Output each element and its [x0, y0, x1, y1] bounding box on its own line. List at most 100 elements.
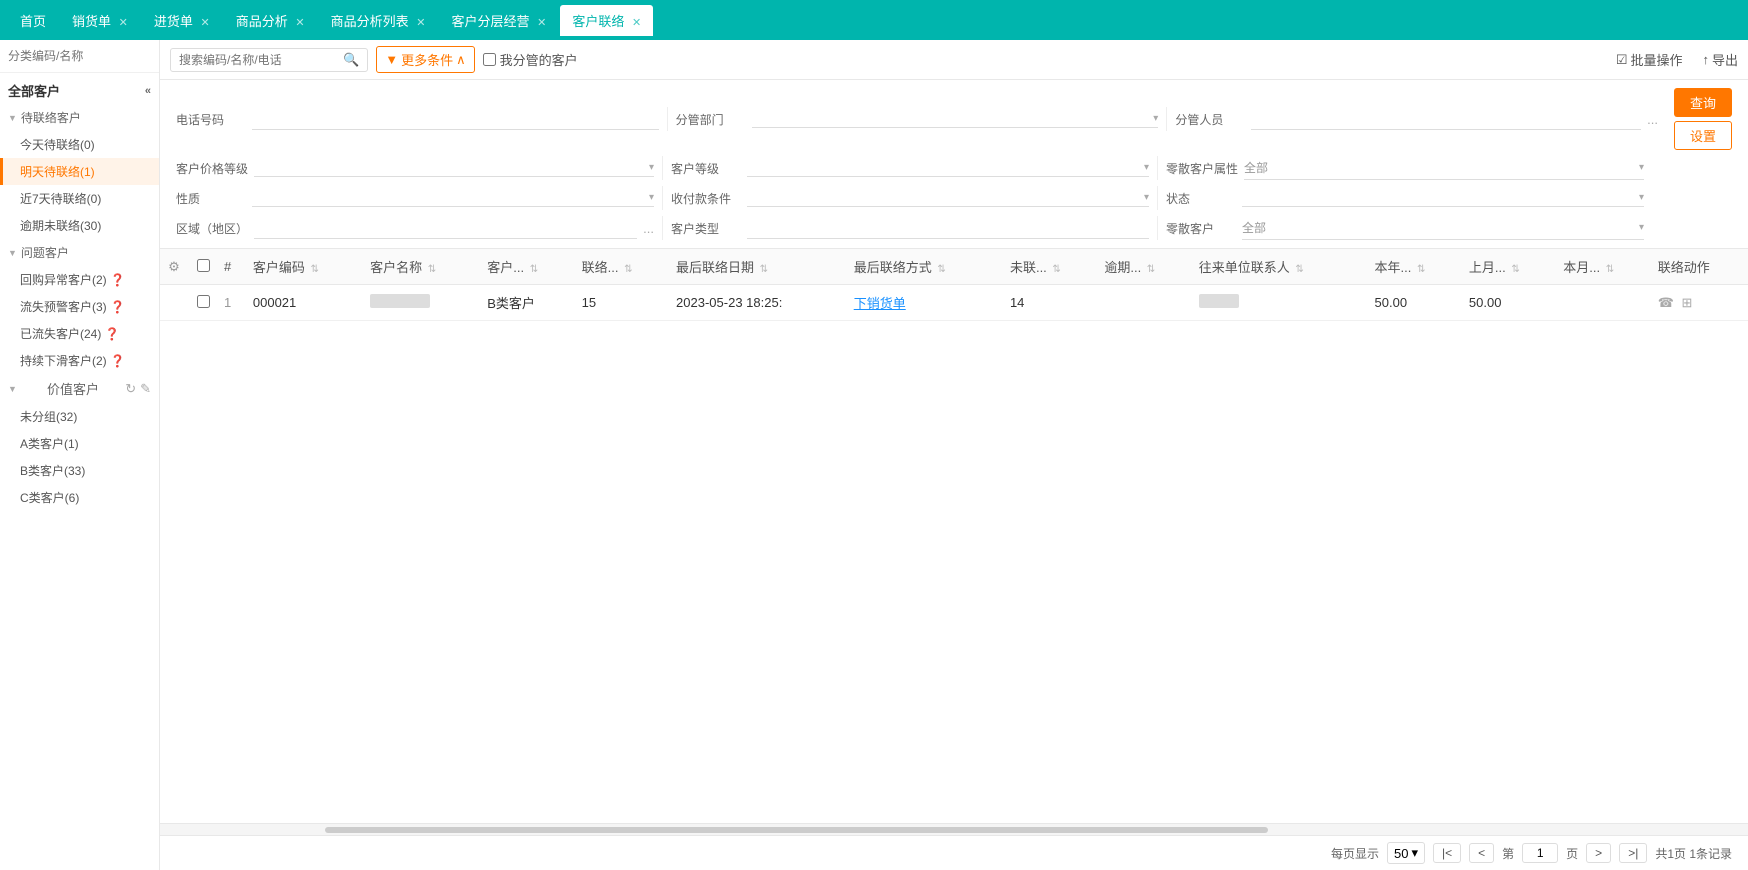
- last-contact-date-column[interactable]: 最后联络日期 ⇅: [670, 249, 848, 285]
- last-month-sort-icon: ⇅: [1511, 264, 1519, 275]
- settings-column[interactable]: ⚙: [160, 249, 188, 285]
- nav-goods-analysis[interactable]: 商品分析 ✕: [224, 5, 317, 36]
- search-box: 🔍: [170, 48, 368, 72]
- status-label: 状态: [1166, 190, 1236, 207]
- last-contact-method-column[interactable]: 最后联络方式 ⇅: [848, 249, 1004, 285]
- manager-filter-input[interactable]: [1251, 109, 1641, 130]
- first-page-button[interactable]: |<: [1433, 843, 1461, 863]
- status-chevron: ▾: [1639, 192, 1644, 203]
- dept-filter-select[interactable]: ▾: [752, 110, 1159, 128]
- prev-page-button[interactable]: <: [1469, 843, 1494, 863]
- sidebar-item-class-b[interactable]: B类客户(33): [0, 457, 159, 484]
- row-settings[interactable]: [160, 285, 188, 321]
- region-input[interactable]: [254, 218, 637, 239]
- row-last-contact-method[interactable]: 下销货单: [848, 285, 1004, 321]
- last-month-column[interactable]: 上月... ⇅: [1463, 249, 1557, 285]
- customer-type-column[interactable]: 客户... ⇅: [481, 249, 575, 285]
- region-more[interactable]: ...: [643, 221, 654, 236]
- sidebar-item-declining[interactable]: 持续下滑客户(2) ❓: [0, 347, 159, 374]
- row-action-more-icon[interactable]: ⊞: [1682, 295, 1693, 310]
- search-input[interactable]: [179, 53, 339, 67]
- customer-name-column[interactable]: 客户名称 ⇅: [364, 249, 481, 285]
- sidebar-item-today[interactable]: 今天待联络(0): [0, 131, 159, 158]
- sidebar-group-problem[interactable]: 问题客户: [0, 239, 159, 266]
- unit-contact-column[interactable]: 往来单位联系人 ⇅: [1193, 249, 1369, 285]
- retail-attr-select[interactable]: 全部 ▾: [1244, 156, 1644, 180]
- search-icon[interactable]: 🔍: [343, 52, 359, 68]
- contact-count-column[interactable]: 联络... ⇅: [576, 249, 670, 285]
- sidebar-item-week[interactable]: 近7天待联络(0): [0, 185, 159, 212]
- status-select[interactable]: ▾: [1242, 189, 1644, 207]
- table-footer: 每页显示 50 ▾ |< < 第 页 > >| 共1页 1条记录: [160, 835, 1748, 870]
- close-purchase-tab[interactable]: ✕: [201, 17, 210, 29]
- all-customers-label: 全部客户: [8, 81, 60, 100]
- row-select-checkbox[interactable]: [197, 295, 210, 308]
- page-size-label: 每页显示: [1331, 845, 1379, 862]
- nature-select[interactable]: ▾: [252, 189, 654, 207]
- manager-filter-more[interactable]: ...: [1647, 112, 1658, 127]
- query-button[interactable]: 查询: [1674, 88, 1732, 117]
- select-all-checkbox[interactable]: [197, 259, 210, 272]
- filter-panel: 电话号码 分管部门 ▾ 分管人员 ...: [160, 80, 1748, 249]
- export-icon: ↑: [1702, 52, 1709, 67]
- sidebar-item-ungrouped[interactable]: 未分组(32): [0, 403, 159, 430]
- page-size-select[interactable]: 50 ▾: [1387, 842, 1425, 864]
- page-input[interactable]: [1522, 843, 1558, 863]
- price-grade-label: 客户价格等级: [176, 160, 248, 177]
- last-contact-date-sort-icon: ⇅: [760, 264, 768, 275]
- nav-customer-contact[interactable]: 客户联络 ✕: [560, 5, 653, 36]
- nav-goods-analysis-list[interactable]: 商品分析列表 ✕: [319, 5, 438, 36]
- my-customers-checkbox[interactable]: [483, 53, 496, 66]
- sidebar-group-pending[interactable]: 待联络客户: [0, 104, 159, 131]
- my-customers-check[interactable]: 我分管的客户: [483, 50, 578, 69]
- nav-sales[interactable]: 销货单 ✕: [60, 5, 140, 36]
- close-sales-tab[interactable]: ✕: [119, 17, 128, 29]
- price-grade-select[interactable]: ▾: [254, 159, 654, 177]
- customer-type-label: 客户类型: [671, 220, 741, 237]
- this-month-column[interactable]: 本月... ⇅: [1557, 249, 1651, 285]
- filter-more-button[interactable]: ▼ 更多条件 ∧: [376, 46, 474, 73]
- not-contacted-column[interactable]: 未联... ⇅: [1004, 249, 1098, 285]
- top-nav: 首页 销货单 ✕ 进货单 ✕ 商品分析 ✕ 商品分析列表 ✕ 客户分层经营 ✕ …: [0, 0, 1748, 40]
- sidebar-group-value[interactable]: 价值客户 ↻ ✎: [0, 374, 159, 403]
- batch-operation-button[interactable]: ☑ 批量操作: [1616, 50, 1683, 69]
- close-customer-contact-tab[interactable]: ✕: [632, 17, 641, 29]
- sidebar-item-tomorrow[interactable]: 明天待联络(1): [0, 158, 159, 185]
- close-goods-list-tab[interactable]: ✕: [416, 17, 425, 29]
- close-customer-tier-tab[interactable]: ✕: [537, 17, 546, 29]
- this-year-column[interactable]: 本年... ⇅: [1369, 249, 1463, 285]
- sidebar-item-overdue[interactable]: 逾期未联络(30): [0, 212, 159, 239]
- sidebar-item-churned[interactable]: 已流失客户(24) ❓: [0, 320, 159, 347]
- export-button[interactable]: ↑ 导出: [1702, 50, 1738, 69]
- customer-grade-chevron: ▾: [1144, 162, 1149, 173]
- customer-code-column[interactable]: 客户编码 ⇅: [247, 249, 364, 285]
- overdue-column[interactable]: 逾期... ⇅: [1098, 249, 1192, 285]
- close-goods-analysis-tab[interactable]: ✕: [295, 17, 304, 29]
- value-customers-edit[interactable]: ✎: [140, 381, 151, 397]
- retail-customer-select[interactable]: 全部 ▾: [1242, 216, 1644, 240]
- nav-home[interactable]: 首页: [8, 5, 58, 36]
- payment-select[interactable]: ▾: [747, 189, 1149, 207]
- customer-type-input[interactable]: [747, 218, 1149, 239]
- sidebar-collapse-icon[interactable]: «: [145, 85, 151, 97]
- row-contact-count: 15: [576, 285, 670, 321]
- price-grade-chevron: ▾: [649, 162, 654, 173]
- last-page-button[interactable]: >|: [1619, 843, 1647, 863]
- row-checkbox: [188, 285, 218, 321]
- sidebar-item-class-a[interactable]: A类客户(1): [0, 430, 159, 457]
- nav-customer-tier[interactable]: 客户分层经营 ✕: [439, 5, 558, 36]
- value-customers-refresh[interactable]: ↻: [125, 381, 136, 397]
- sidebar-item-repurchase[interactable]: 回购异常客户(2) ❓: [0, 266, 159, 293]
- nav-purchase[interactable]: 进货单 ✕: [142, 5, 222, 36]
- phone-filter-input[interactable]: [252, 109, 659, 130]
- sidebar-item-class-c[interactable]: C类客户(6): [0, 484, 159, 511]
- customer-grade-select[interactable]: ▾: [747, 159, 1149, 177]
- sidebar-item-churn-warning[interactable]: 流失预警客户(3) ❓: [0, 293, 159, 320]
- sidebar-search-input[interactable]: [8, 49, 160, 63]
- reset-button[interactable]: 设置: [1674, 121, 1732, 150]
- row-this-month: [1557, 285, 1651, 321]
- next-page-button[interactable]: >: [1586, 843, 1611, 863]
- dept-chevron-icon: ▾: [1153, 113, 1158, 124]
- payment-chevron: ▾: [1144, 192, 1149, 203]
- row-action-contact-icon[interactable]: ☎: [1658, 295, 1674, 310]
